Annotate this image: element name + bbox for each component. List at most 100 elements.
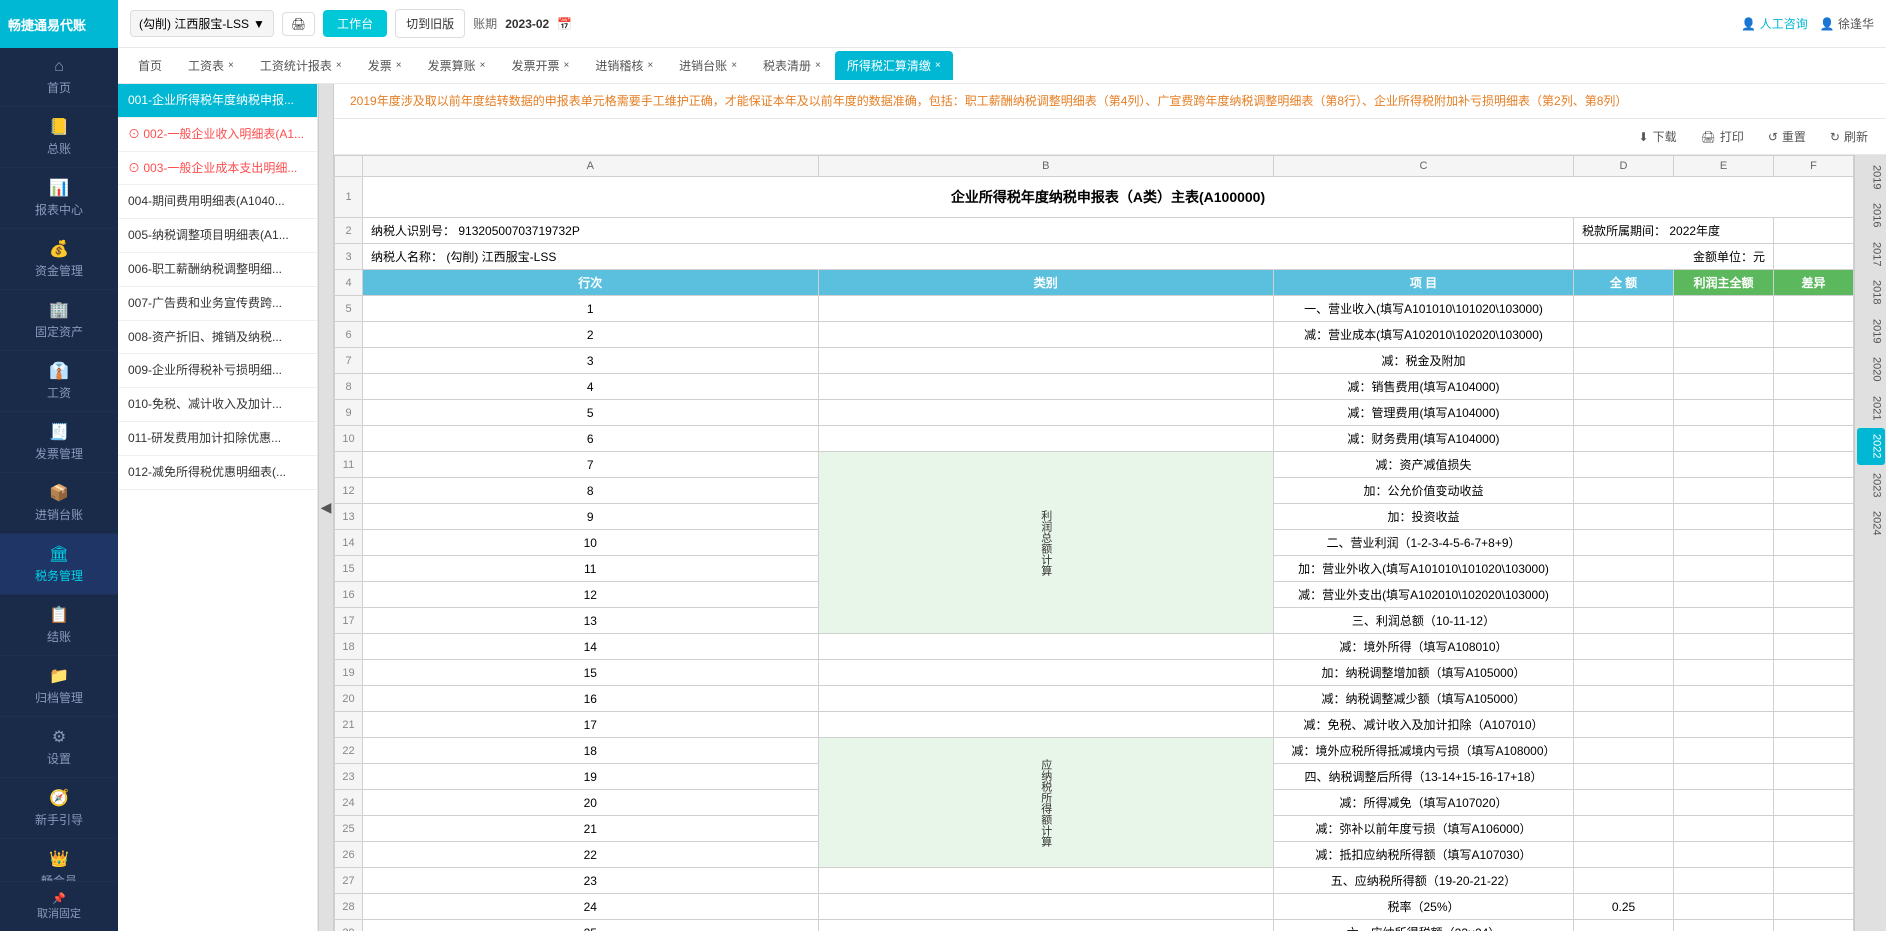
col-label-xiangmu: 项 目	[1274, 270, 1574, 296]
table-row: 29 25 六、应纳所得税额（23×24）	[335, 920, 1854, 931]
year-item-2024[interactable]: 2024	[1857, 505, 1885, 541]
tab-invoice-calc-close[interactable]: ×	[480, 60, 486, 71]
left-panel-item-001[interactable]: 001-企业所得税年度纳税申报...	[118, 84, 317, 118]
col-header-c: C	[1274, 156, 1574, 177]
year-item-2020[interactable]: 2020	[1857, 351, 1885, 387]
sidebar-item-salary[interactable]: 👔 工资	[0, 351, 118, 412]
reset-icon: ↺	[1768, 130, 1778, 144]
year-item-2017[interactable]: 2017	[1857, 236, 1885, 272]
tab-purchase-ledger-close[interactable]: ×	[647, 60, 653, 71]
finance-icon: 💰	[49, 239, 69, 259]
sidebar-item-archive[interactable]: 📁 归档管理	[0, 656, 118, 717]
settings-icon: ⚙	[52, 727, 66, 747]
year-item-2022[interactable]: 2022	[1857, 428, 1885, 464]
purchase-icon: 📦	[49, 483, 69, 503]
tab-invoice-open-close[interactable]: ×	[563, 60, 569, 71]
col-header-rownum	[335, 156, 363, 177]
refresh-button[interactable]: ↻ 刷新	[1824, 125, 1874, 148]
tab-purchase-account-close[interactable]: ×	[731, 60, 737, 71]
col-label-row: 4 行次 类别 项 目 全 额 利润主全额 差异	[335, 270, 1854, 296]
table-title: 企业所得税年度纳税申报表（A类）主表(A100000)	[363, 177, 1854, 218]
print-button[interactable]: 🖨 打印	[1695, 125, 1750, 148]
left-panel-item-004[interactable]: 004-期间费用明细表(A1040...	[118, 185, 317, 219]
period-label: 账期	[473, 15, 497, 32]
currency-label: 金额单位：元	[1693, 250, 1765, 264]
left-panel-item-003[interactable]: ⊙ 003-一般企业成本支出明细...	[118, 152, 317, 186]
sidebar-item-assets[interactable]: 🏢 固定资产	[0, 290, 118, 351]
tab-income-tax-close[interactable]: ×	[935, 60, 941, 71]
left-panel-item-010[interactable]: 010-免税、减计收入及加计...	[118, 388, 317, 422]
table-row: 7 3 减：税金及附加	[335, 348, 1854, 374]
year-item-2016[interactable]: 2016	[1857, 197, 1885, 233]
left-panel-item-002[interactable]: ⊙ 002-一般企业收入明细表(A1...	[118, 118, 317, 152]
left-panel-item-011[interactable]: 011-研发费用加计扣除优惠...	[118, 422, 317, 456]
reset-button[interactable]: ↺ 重置	[1762, 125, 1812, 148]
tab-tax-clearance[interactable]: 税表清册 ×	[751, 51, 833, 80]
sidebar-item-tax[interactable]: 🏛 税务管理	[0, 534, 118, 595]
tab-purchase-account[interactable]: 进销台账 ×	[667, 51, 749, 80]
left-panel-item-007[interactable]: 007-广告费和业务宣传费跨...	[118, 287, 317, 321]
company-selector[interactable]: (勾削) 江西服宝-LSS ▼	[130, 10, 274, 37]
switch-version-button[interactable]: 切到旧版	[395, 9, 465, 38]
year-sidebar: 2019 2016 2017 2018 2019 2020 2021 2022 …	[1854, 155, 1886, 931]
tab-invoice-close[interactable]: ×	[396, 60, 402, 71]
tab-salary-stat[interactable]: 工资统计报表 ×	[248, 51, 354, 80]
left-panel-item-009[interactable]: 009-企业所得税补亏损明细...	[118, 354, 317, 388]
left-panel-item-006[interactable]: 006-职工薪酬纳税调整明细...	[118, 253, 317, 287]
sidebar-item-ledger[interactable]: 📒 总账	[0, 107, 118, 168]
sidebar-item-purchase[interactable]: 📦 进销台账	[0, 473, 118, 534]
spreadsheet-area: A B C D E F 1 企业所	[334, 155, 1854, 931]
left-panel: 001-企业所得税年度纳税申报... ⊙ 002-一般企业收入明细表(A1...…	[118, 84, 318, 931]
tab-invoice-open[interactable]: 发票开票 ×	[499, 51, 581, 80]
tab-purchase-ledger[interactable]: 进销稽核 ×	[583, 51, 665, 80]
workspace-button[interactable]: 工作台	[323, 10, 387, 37]
sidebar-item-member[interactable]: 👑 畅会员	[0, 839, 118, 881]
print-icon-btn[interactable]: 🖨	[282, 12, 315, 36]
sidebar-item-invoice[interactable]: 🧾 发票管理	[0, 412, 118, 473]
col-header-b: B	[818, 156, 1274, 177]
sidebar-unpin[interactable]: 📌 取消固定	[0, 881, 118, 931]
table-row: 11 7 利润总额计算 减：资产减值损失	[335, 452, 1854, 478]
year-item-2023[interactable]: 2023	[1857, 467, 1885, 503]
year-item-2018[interactable]: 2018	[1857, 274, 1885, 310]
tab-tax-clearance-close[interactable]: ×	[815, 60, 821, 71]
tab-invoice[interactable]: 发票 ×	[356, 51, 414, 80]
guide-icon: 🧭	[49, 788, 69, 808]
salary-icon: 👔	[49, 361, 69, 381]
download-icon: ⬇	[1639, 130, 1649, 144]
table-row: 19 15 加：纳税调整增加额（填写A105000）	[335, 660, 1854, 686]
archive-icon: 📁	[49, 666, 69, 686]
sidebar-item-closing[interactable]: 📋 结账	[0, 595, 118, 656]
tab-home[interactable]: 首页	[126, 51, 174, 80]
download-button[interactable]: ⬇ 下载	[1633, 125, 1683, 148]
table-row: 21 17 减：免税、减计收入及加计扣除（A107010）	[335, 712, 1854, 738]
tab-salary-close[interactable]: ×	[228, 60, 234, 71]
panel-collapse-button[interactable]: ◀	[318, 84, 334, 931]
year-item-2019b[interactable]: 2019	[1857, 313, 1885, 349]
left-panel-item-012[interactable]: 012-减免所得税优惠明细表(...	[118, 456, 317, 490]
tab-salary-stat-close[interactable]: ×	[336, 60, 342, 71]
sidebar-item-guide[interactable]: 🧭 新手引导	[0, 778, 118, 839]
refresh-icon: ↻	[1830, 130, 1840, 144]
right-content: 2019年度涉及取以前年度结转数据的申报表单元格需要手工维护正确，才能保证本年及…	[334, 84, 1886, 931]
tab-income-tax[interactable]: 所得税汇算清缴 ×	[835, 51, 953, 80]
sidebar-nav: ⌂ 首页 📒 总账 📊 报表中心 💰 资金管理 🏢 固定资产 👔 工资 🧾 发票…	[0, 48, 118, 881]
left-panel-item-005[interactable]: 005-纳税调整项目明细表(A1...	[118, 219, 317, 253]
tab-invoice-calc[interactable]: 发票算账 ×	[416, 51, 498, 80]
tab-salary[interactable]: 工资表 ×	[176, 51, 246, 80]
invoice-icon: 🧾	[49, 422, 69, 442]
year-item-2019a[interactable]: 2019	[1857, 159, 1885, 195]
table-toolbar: ⬇ 下载 🖨 打印 ↺ 重置 ↻ 刷新	[334, 119, 1886, 155]
table-row: 20 16 减：纳税调整减少额（填写A105000）	[335, 686, 1854, 712]
calendar-icon: 📅	[557, 17, 572, 31]
sidebar-item-home[interactable]: ⌂ 首页	[0, 48, 118, 107]
sidebar-item-report[interactable]: 📊 报表中心	[0, 168, 118, 229]
sidebar-item-settings[interactable]: ⚙ 设置	[0, 717, 118, 778]
col-header-f: F	[1774, 156, 1854, 177]
table-row: 18 14 减：境外所得（填写A108010）	[335, 634, 1854, 660]
col-label-xingci: 行次	[363, 270, 819, 296]
sidebar-item-finance[interactable]: 💰 资金管理	[0, 229, 118, 290]
left-panel-item-008[interactable]: 008-资产折旧、摊销及纳税...	[118, 321, 317, 355]
closing-icon: 📋	[49, 605, 69, 625]
year-item-2021[interactable]: 2021	[1857, 390, 1885, 426]
